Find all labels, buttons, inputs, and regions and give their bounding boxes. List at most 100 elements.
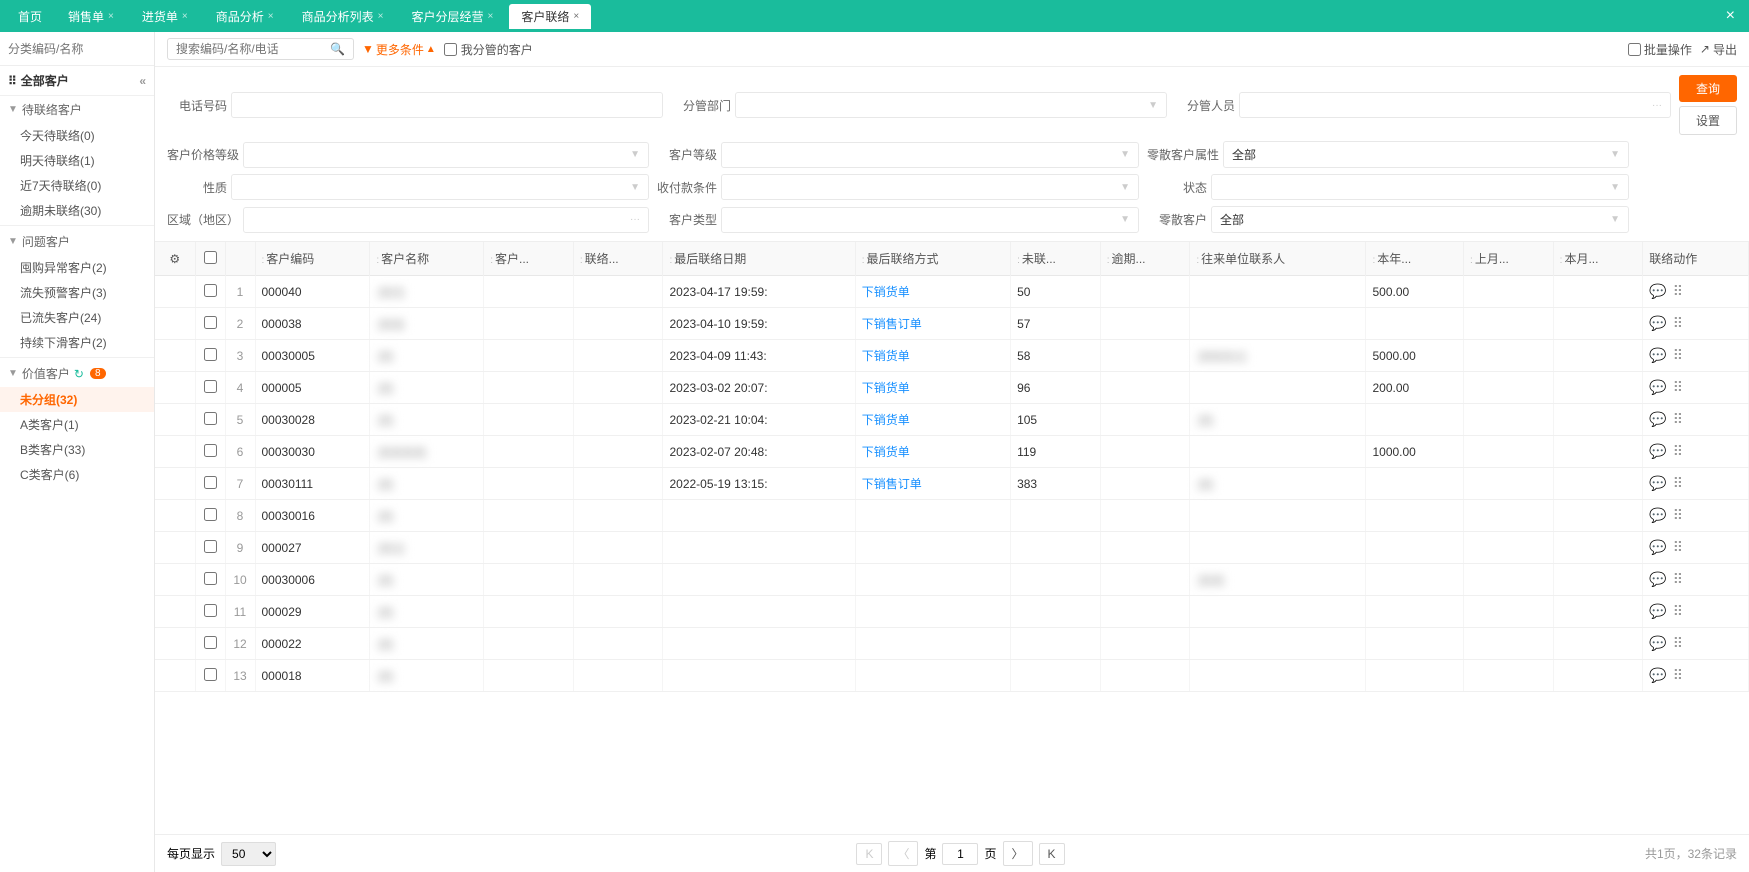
action-more-icon[interactable]: ⠿ (1673, 379, 1683, 396)
action-chat-icon[interactable]: 💬 (1649, 411, 1666, 428)
action-more-icon[interactable]: ⠿ (1673, 571, 1683, 588)
action-more-icon[interactable]: ⠿ (1673, 315, 1683, 332)
action-chat-icon[interactable]: 💬 (1649, 667, 1666, 684)
action-chat-icon[interactable]: 💬 (1649, 475, 1666, 492)
th-no-contact[interactable]: :未联... (1011, 242, 1101, 276)
row-checkbox[interactable] (204, 540, 217, 553)
th-settings[interactable]: ⚙ (155, 242, 195, 276)
filter-input-customer-level[interactable]: ▼ (721, 142, 1139, 168)
row-checkbox[interactable] (204, 604, 217, 617)
row-checkbox[interactable] (204, 572, 217, 585)
th-overdue[interactable]: :逾期... (1100, 242, 1190, 276)
sidebar-item-overdue[interactable]: 逾期未联络(30) (0, 198, 154, 223)
th-last-month[interactable]: :上月... (1464, 242, 1554, 276)
filter-search-icon[interactable]: 🔍 (330, 42, 345, 56)
next-page-btn[interactable]: 〉 (1003, 841, 1033, 866)
action-more-icon[interactable]: ⠿ (1673, 475, 1683, 492)
row-checkbox[interactable] (204, 348, 217, 361)
close-customer-contact-tab[interactable]: × (573, 11, 579, 22)
sidebar-item-7day-pending[interactable]: 近7天待联络(0) (0, 173, 154, 198)
th-code[interactable]: :客户编码 (255, 242, 370, 276)
last-page-btn[interactable]: K (1039, 843, 1065, 865)
filter-input-scatter-attr[interactable]: 全部▼ (1223, 141, 1629, 168)
filter-search-input[interactable] (176, 42, 326, 56)
row-checkbox[interactable] (204, 636, 217, 649)
row-checkbox[interactable] (204, 508, 217, 521)
close-product-analysis-list-tab[interactable]: × (378, 11, 384, 22)
sidebar-group-pending[interactable]: ▼ 待联络客户 (0, 96, 154, 123)
filter-input-scatter-customer[interactable]: 全部▼ (1211, 206, 1629, 233)
th-name[interactable]: :客户名称 (370, 242, 484, 276)
row-checkbox[interactable] (204, 284, 217, 297)
reset-button[interactable]: 设置 (1679, 106, 1737, 135)
close-product-analysis-tab[interactable]: × (268, 11, 274, 22)
action-chat-icon[interactable]: 💬 (1649, 507, 1666, 524)
row-checkbox[interactable] (204, 444, 217, 457)
th-contact[interactable]: :联络... (573, 242, 663, 276)
filter-input-phone[interactable] (231, 92, 663, 118)
nav-tab-product-analysis[interactable]: 商品分析 × (204, 4, 286, 29)
th-last-contact-date[interactable]: :最后联络日期 (663, 242, 855, 276)
sidebar-all-customers[interactable]: ⠿ 全部客户 « (0, 66, 154, 96)
page-size-select[interactable]: 50 100 200 (221, 842, 276, 866)
sidebar-group-problem[interactable]: ▼ 问题客户 (0, 228, 154, 255)
action-more-icon[interactable]: ⠿ (1673, 283, 1683, 300)
prev-page-btn[interactable]: 〈 (888, 841, 918, 866)
th-this-month[interactable]: :本月... (1553, 242, 1643, 276)
close-customer-segment-tab[interactable]: × (487, 11, 493, 22)
filter-input-status[interactable]: ▼ (1211, 174, 1629, 200)
nav-tab-product-analysis-list[interactable]: 商品分析列表 × (290, 4, 396, 29)
sidebar-item-churned[interactable]: 已流失客户(24) (0, 305, 154, 330)
action-chat-icon[interactable]: 💬 (1649, 571, 1666, 588)
sidebar-item-a-class[interactable]: A类客户(1) (0, 412, 154, 437)
action-more-icon[interactable]: ⠿ (1673, 411, 1683, 428)
action-more-icon[interactable]: ⠿ (1673, 347, 1683, 364)
sidebar-item-ungroup[interactable]: 未分组(32) (0, 387, 154, 412)
sidebar-item-b-class[interactable]: B类客户(33) (0, 437, 154, 462)
export-btn[interactable]: ↗ 导出 (1700, 41, 1737, 58)
action-chat-icon[interactable]: 💬 (1649, 347, 1666, 364)
th-customer-type[interactable]: :客户... (484, 242, 574, 276)
action-chat-icon[interactable]: 💬 (1649, 635, 1666, 652)
close-all-tabs[interactable]: × (1720, 5, 1741, 27)
action-chat-icon[interactable]: 💬 (1649, 443, 1666, 460)
sidebar-item-churn-warning[interactable]: 流失预警客户(3) (0, 280, 154, 305)
sidebar-item-hoarding-abnormal[interactable]: 囤购异常客户(2) (0, 255, 154, 280)
sidebar-group-value[interactable]: ▼ 价值客户 ↻ 8 (0, 360, 154, 387)
filter-input-manager[interactable]: ··· (1239, 92, 1671, 118)
filter-input-customer-type[interactable]: ▼ (721, 207, 1139, 233)
th-contacts[interactable]: :往来单位联系人 (1190, 242, 1366, 276)
action-more-icon[interactable]: ⠿ (1673, 603, 1683, 620)
select-all-checkbox[interactable] (204, 251, 217, 264)
sidebar-search-input[interactable] (8, 42, 155, 56)
more-conditions-btn[interactable]: ▼ 更多条件 ▲ (362, 41, 436, 58)
filter-input-payment[interactable]: ▼ (721, 174, 1139, 200)
row-checkbox[interactable] (204, 380, 217, 393)
sidebar-item-c-class[interactable]: C类客户(6) (0, 462, 154, 487)
filter-input-region[interactable]: ··· (243, 207, 649, 233)
sidebar-item-today-pending[interactable]: 今天待联络(0) (0, 123, 154, 148)
nav-home[interactable]: 首页 (8, 4, 52, 29)
close-sales-tab[interactable]: × (108, 11, 114, 22)
row-checkbox[interactable] (204, 668, 217, 681)
query-button[interactable]: 查询 (1679, 75, 1737, 102)
action-chat-icon[interactable]: 💬 (1649, 379, 1666, 396)
sidebar-collapse-icon[interactable]: « (139, 74, 146, 88)
batch-op-btn[interactable]: 批量操作 (1628, 41, 1692, 58)
action-chat-icon[interactable]: 💬 (1649, 283, 1666, 300)
nav-tab-purchase[interactable]: 进货单 × (130, 4, 200, 29)
action-more-icon[interactable]: ⠿ (1673, 507, 1683, 524)
action-more-icon[interactable]: ⠿ (1673, 635, 1683, 652)
sidebar-item-tomorrow-pending[interactable]: 明天待联络(1) (0, 148, 154, 173)
my-customers-check[interactable] (444, 43, 457, 56)
filter-input-price-level[interactable]: ▼ (243, 142, 649, 168)
th-last-contact-method[interactable]: :最后联络方式 (855, 242, 1010, 276)
nav-tab-customer-contact[interactable]: 客户联络 × (509, 4, 591, 29)
row-checkbox[interactable] (204, 476, 217, 489)
nav-tab-sales[interactable]: 销售单 × (56, 4, 126, 29)
refresh-icon[interactable]: ↻ (74, 367, 84, 381)
filter-input-dept[interactable]: ▼ (735, 92, 1167, 118)
action-more-icon[interactable]: ⠿ (1673, 539, 1683, 556)
page-number-input[interactable] (942, 843, 978, 865)
action-chat-icon[interactable]: 💬 (1649, 539, 1666, 556)
